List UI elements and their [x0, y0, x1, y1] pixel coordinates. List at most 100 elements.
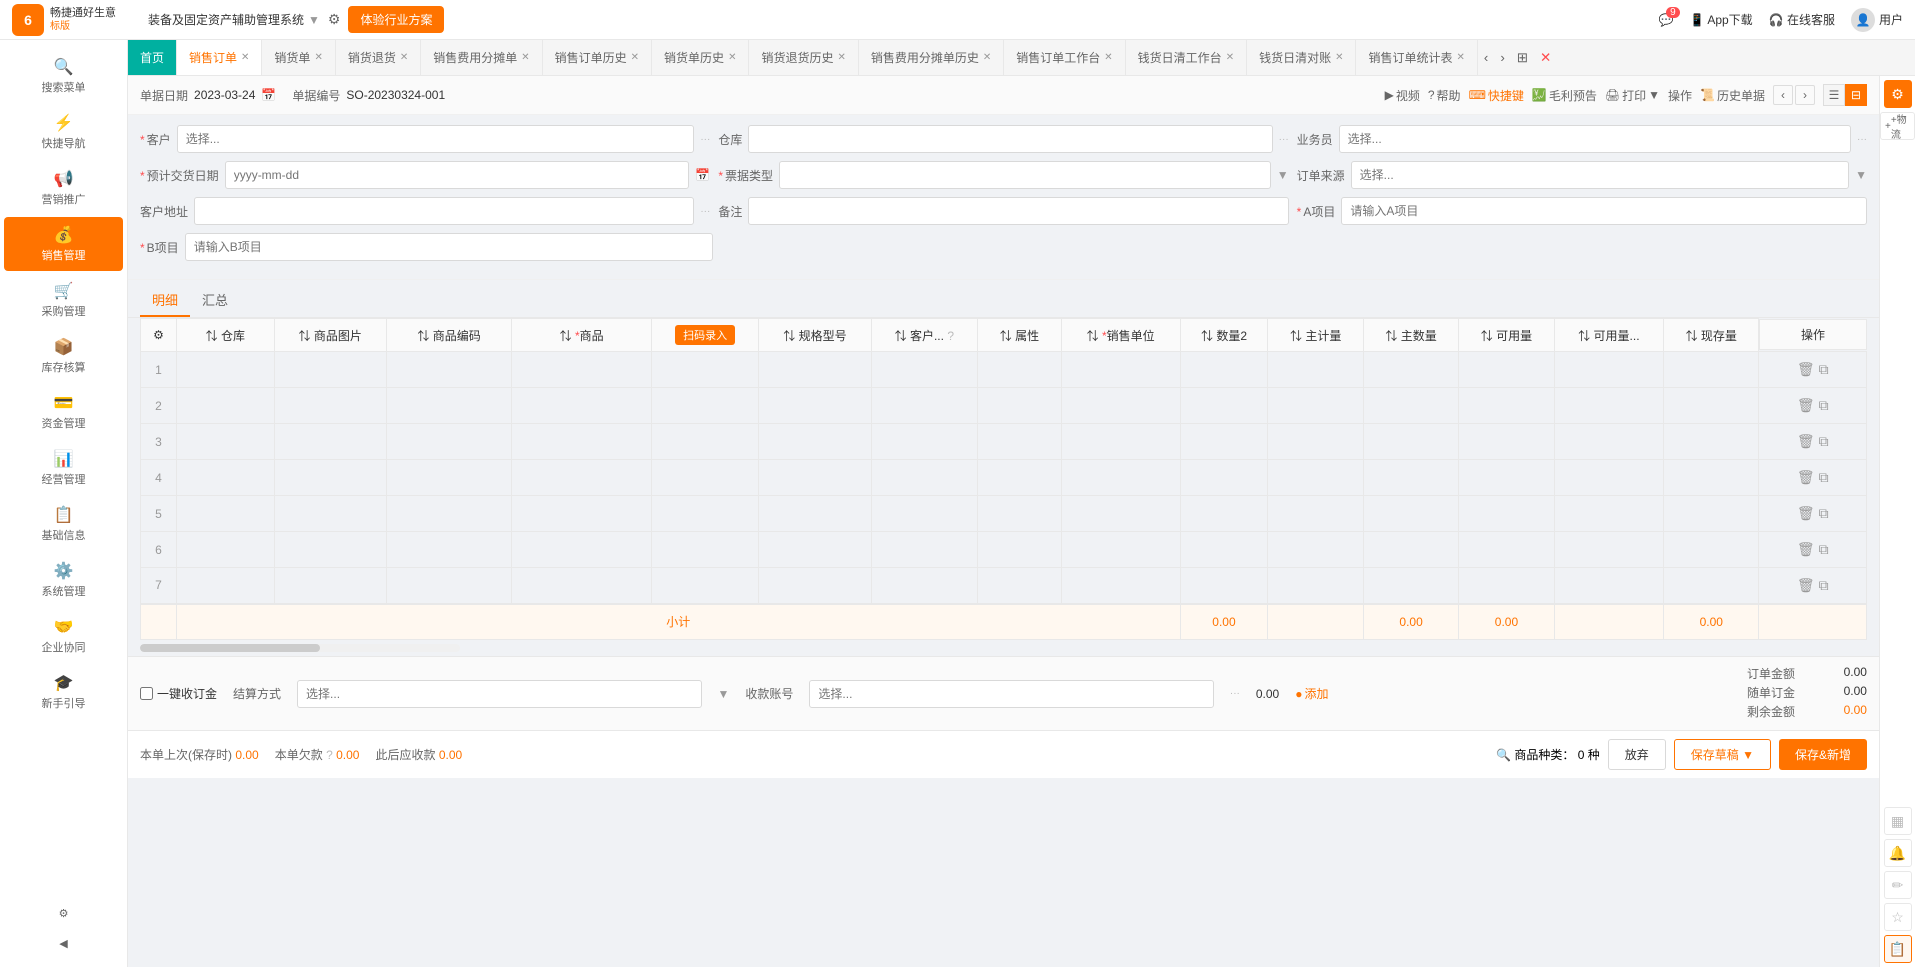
settings-icon[interactable]: ⚙	[328, 11, 341, 28]
dropdown-icon[interactable]: ▼	[308, 13, 320, 27]
payment-checkbox[interactable]	[140, 687, 153, 700]
profit-btn[interactable]: 💹 毛利预告	[1532, 87, 1597, 104]
delivery-date-input[interactable]	[225, 161, 690, 189]
tab-refund-history[interactable]: 销货退货历史 ✕	[749, 40, 858, 76]
solution-button[interactable]: 体验行业方案	[348, 6, 444, 33]
sidebar-collapse-btn[interactable]: ◀	[4, 929, 123, 958]
warehouse-expand-btn[interactable]: ···	[1279, 134, 1289, 145]
tab-sales-return[interactable]: 销货单 ✕	[262, 40, 335, 76]
row-7-delete-btn[interactable]: 🗑	[1797, 577, 1815, 594]
notification-bell[interactable]: 💬 9	[1659, 13, 1674, 27]
save-draft-dropdown-icon[interactable]: ▼	[1742, 748, 1754, 762]
tab-close-expense-split[interactable]: ✕	[521, 52, 529, 63]
tab-more-btn[interactable]: ⊞	[1511, 40, 1534, 76]
row-4-copy-btn[interactable]: ⧉	[1819, 469, 1829, 486]
row-3-copy-btn[interactable]: ⧉	[1819, 433, 1829, 450]
col-attr-sort-icon[interactable]: ⇅	[1000, 329, 1012, 343]
tab-order-history[interactable]: 销售订单历史 ✕	[543, 40, 652, 76]
right-panel-logistics-btn[interactable]: + +物流	[1880, 112, 1915, 140]
sidebar-item-finance[interactable]: 💳 资金管理	[4, 385, 123, 439]
one-click-payment-checkbox[interactable]: 一键收订金	[140, 685, 217, 702]
row-1-spec[interactable]	[759, 352, 871, 388]
next-record-btn[interactable]: ›	[1795, 85, 1815, 105]
sidebar-item-search[interactable]: 🔍 搜索菜单	[4, 49, 123, 103]
sidebar-item-purchase[interactable]: 🛒 采购管理	[4, 273, 123, 327]
row-7-copy-btn[interactable]: ⧉	[1819, 577, 1829, 594]
tab-summary[interactable]: 汇总	[190, 284, 240, 317]
tab-sales-summary[interactable]: 销售订单统计表 ✕	[1356, 40, 1477, 76]
right-panel-btn4[interactable]: 🔔	[1884, 839, 1912, 867]
tab-expense-history[interactable]: 销售费用分摊单历史 ✕	[859, 40, 1004, 76]
invoice-type-dropdown-icon[interactable]: ▼	[1277, 168, 1289, 182]
row-1-warehouse[interactable]	[177, 352, 275, 388]
tab-close-sales-summary[interactable]: ✕	[1457, 52, 1465, 63]
scan-enter-btn[interactable]: 扫码录入	[675, 325, 735, 345]
order-source-dropdown-icon[interactable]: ▼	[1855, 168, 1867, 182]
col-stock-sort-icon[interactable]: ⇅	[1686, 329, 1698, 343]
tab-close-order-history[interactable]: ✕	[631, 52, 639, 63]
sidebar-settings-btn[interactable]: ⚙	[4, 899, 123, 928]
warehouse-input[interactable]: 成品库	[748, 125, 1272, 153]
tab-return-history[interactable]: 销货单历史 ✕	[652, 40, 749, 76]
sidebar-item-inventory[interactable]: 📦 库存核算	[4, 329, 123, 383]
tab-expense-split[interactable]: 销售费用分摊单 ✕	[421, 40, 542, 76]
customer-ref-help-icon[interactable]: ?	[947, 329, 954, 343]
row-4-delete-btn[interactable]: 🗑	[1797, 469, 1815, 486]
col-unit-sort-icon[interactable]: ⇅	[1087, 329, 1099, 343]
customer-address-input[interactable]	[194, 197, 694, 225]
help-btn[interactable]: ? 帮助	[1428, 87, 1461, 104]
row-1-mainqty[interactable]	[1363, 352, 1458, 388]
discard-btn[interactable]: 放弃	[1608, 739, 1666, 770]
form-view-btn[interactable]: ⊟	[1845, 84, 1867, 106]
tab-sales-order[interactable]: 销售订单 ✕	[177, 40, 262, 76]
online-support-link[interactable]: 🎧 在线客服	[1769, 11, 1835, 28]
tab-close-refund-history[interactable]: ✕	[837, 52, 845, 63]
right-panel-btn5[interactable]: ✏	[1884, 871, 1912, 899]
col-avail2-sort-icon[interactable]: ⇅	[1578, 329, 1590, 343]
col-customer-sort-icon[interactable]: ⇅	[895, 329, 907, 343]
print-btn[interactable]: 🖨 打印 ▼	[1605, 87, 1660, 104]
tab-sales-refund[interactable]: 销货退货 ✕	[336, 40, 421, 76]
row-3-delete-btn[interactable]: 🗑	[1797, 433, 1815, 450]
user-menu[interactable]: 👤 用户	[1851, 8, 1903, 32]
row-5-copy-btn[interactable]: ⧉	[1819, 505, 1829, 522]
tab-detail[interactable]: 明细	[140, 284, 190, 317]
row-2-copy-btn[interactable]: ⧉	[1819, 397, 1829, 414]
tab-close-return-history[interactable]: ✕	[728, 52, 736, 63]
row-1-code[interactable]	[386, 352, 512, 388]
tab-home[interactable]: 首页	[128, 40, 177, 76]
sidebar-item-enterprise[interactable]: 🤝 企业协同	[4, 609, 123, 663]
row-1-unit[interactable]	[1061, 352, 1180, 388]
salesperson-expand-btn[interactable]: ···	[1857, 134, 1867, 145]
col-qty2-sort-icon[interactable]: ⇅	[1201, 329, 1213, 343]
tab-order-workbench[interactable]: 销售订单工作台 ✕	[1004, 40, 1125, 76]
tab-close-cash-reconcile[interactable]: ✕	[1335, 52, 1343, 63]
shortcut-btn[interactable]: ⌨ 快捷键	[1469, 87, 1524, 104]
prev-record-btn[interactable]: ‹	[1773, 85, 1793, 105]
history-btn[interactable]: 📜 历史单据	[1700, 87, 1765, 104]
scroll-bar[interactable]	[140, 644, 460, 652]
col-code-sort-icon[interactable]: ⇅	[417, 329, 429, 343]
tab-close-expense-history[interactable]: ✕	[983, 52, 991, 63]
row-1-qty2[interactable]	[1180, 352, 1268, 388]
col-product-sort-icon[interactable]: ⇅	[560, 329, 572, 343]
tab-prev-btn[interactable]: ‹	[1478, 40, 1494, 76]
tab-close-order-workbench[interactable]: ✕	[1104, 52, 1112, 63]
right-panel-btn3[interactable]: ▦	[1884, 807, 1912, 835]
sidebar-item-baseinfo[interactable]: 📋 基础信息	[4, 497, 123, 551]
payment-method-dropdown-icon[interactable]: ▼	[718, 687, 730, 701]
row-5-delete-btn[interactable]: 🗑	[1797, 505, 1815, 522]
save-draft-btn[interactable]: 保存草稿 ▼	[1674, 739, 1771, 770]
invoice-type-input[interactable]: 不开票	[779, 161, 1271, 189]
row-1-delete-btn[interactable]: 🗑	[1797, 361, 1815, 378]
customer-expand-btn[interactable]: ···	[700, 134, 710, 145]
col-settings[interactable]: ⚙	[141, 319, 177, 352]
add-payment-btn[interactable]: ● 添加	[1295, 685, 1328, 702]
remarks-input[interactable]	[748, 197, 1288, 225]
tab-close-sales-return[interactable]: ✕	[314, 52, 322, 63]
calendar-icon[interactable]: 📅	[261, 88, 276, 102]
tab-close-cash-daily[interactable]: ✕	[1226, 52, 1234, 63]
row-1-attr[interactable]	[978, 352, 1062, 388]
tab-close-sales-refund[interactable]: ✕	[400, 52, 408, 63]
customer-input[interactable]	[177, 125, 695, 153]
